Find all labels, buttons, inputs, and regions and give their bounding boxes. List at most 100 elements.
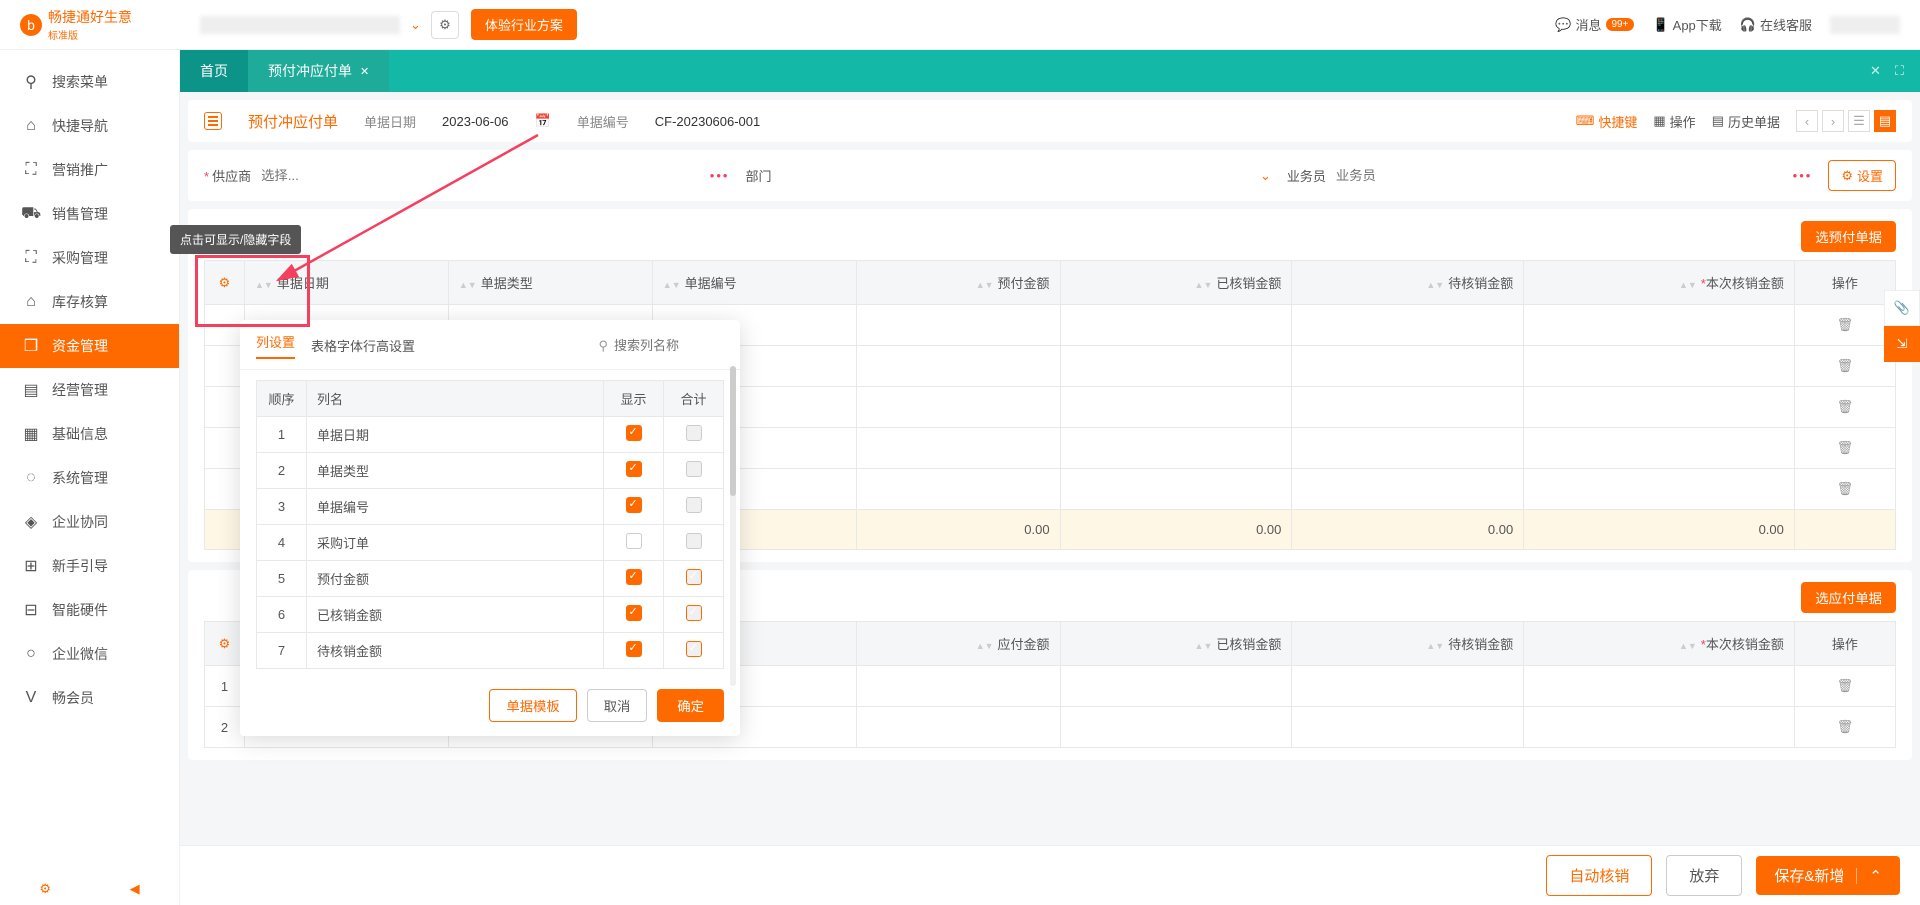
delete-icon[interactable]: 🗑: [1837, 481, 1854, 496]
delete-icon[interactable]: 🗑: [1837, 358, 1854, 373]
col-no[interactable]: ▲▼单据编号: [652, 261, 856, 305]
tab-controls: ✕ ⛶: [1870, 63, 1920, 79]
nav-label: 经营管理: [52, 380, 108, 400]
customer-service-link[interactable]: 🎧在线客服: [1740, 15, 1812, 34]
calendar-icon[interactable]: 📅: [535, 113, 551, 129]
col-prepay[interactable]: ▲▼预付金额: [856, 261, 1060, 305]
sum-checkbox[interactable]: [686, 569, 702, 585]
save-new-button[interactable]: 保存&新增⌃: [1756, 856, 1900, 895]
search-icon: ⚲: [598, 338, 608, 354]
gear-icon[interactable]: ⚙: [39, 881, 51, 897]
app-label: App下载: [1673, 15, 1722, 34]
trial-button[interactable]: 体验行业方案: [471, 9, 577, 40]
prev-doc-button[interactable]: ‹: [1796, 110, 1818, 132]
col-type[interactable]: ▲▼单据类型: [448, 261, 652, 305]
history-link[interactable]: ▤ 历史单据: [1712, 112, 1780, 131]
sidebar-item-9[interactable]: ◌系统管理: [0, 456, 179, 500]
col2-payable[interactable]: ▲▼应付金额: [856, 622, 1060, 666]
sidebar-item-12[interactable]: ⊟智能硬件: [0, 588, 179, 632]
clerk-more-icon[interactable]: •••: [1793, 168, 1813, 183]
settings-gear[interactable]: ⚙: [431, 11, 459, 39]
document-title: 预付冲应付单: [248, 111, 338, 132]
sidebar-item-11[interactable]: ⊞新手引导: [0, 544, 179, 588]
confirm-button[interactable]: 确定: [657, 689, 724, 722]
gear-icon: ⚙: [1841, 168, 1853, 184]
fullscreen-icon[interactable]: ⛶: [1895, 63, 1904, 79]
show-checkbox[interactable]: [626, 461, 642, 477]
sum-checkbox[interactable]: [686, 641, 702, 657]
sidebar-item-7[interactable]: ▤经营管理: [0, 368, 179, 412]
collapse-icon[interactable]: ◀: [130, 881, 140, 897]
popup-tab-columns[interactable]: 列设置: [256, 332, 295, 359]
col-this[interactable]: ▲▼*本次核销金额: [1524, 261, 1795, 305]
delete-icon[interactable]: 🗑: [1837, 317, 1854, 332]
column-settings-gear-2[interactable]: ⚙: [205, 622, 245, 666]
delete-icon[interactable]: 🗑: [1837, 719, 1854, 734]
sidebar-item-1[interactable]: ⌂快捷导航: [0, 104, 179, 148]
sidebar-item-8[interactable]: ▦基础信息: [0, 412, 179, 456]
sidebar-item-14[interactable]: V畅会员: [0, 676, 179, 720]
col2-this[interactable]: ▲▼*本次核销金额: [1524, 622, 1795, 666]
show-checkbox[interactable]: [626, 569, 642, 585]
column-search-input[interactable]: [614, 338, 724, 353]
col-verified[interactable]: ▲▼已核销金额: [1060, 261, 1292, 305]
sidebar-item-0[interactable]: ⚲搜索菜单: [0, 60, 179, 104]
delete-icon[interactable]: 🗑: [1837, 440, 1854, 455]
close-icon[interactable]: ✕: [360, 65, 369, 78]
msg-badge: 99+: [1606, 18, 1635, 31]
show-checkbox[interactable]: [626, 605, 642, 621]
sidebar-item-6[interactable]: ❒资金管理: [0, 324, 179, 368]
cs-label: 在线客服: [1760, 15, 1812, 34]
nav-icon: ⛟: [22, 205, 40, 223]
sum-checkbox[interactable]: [686, 533, 702, 549]
show-checkbox[interactable]: [626, 641, 642, 657]
select-payable-button[interactable]: 选应付单据: [1801, 582, 1896, 613]
settings-button[interactable]: ⚙设置: [1828, 160, 1896, 191]
supplier-input[interactable]: [261, 168, 700, 183]
template-button[interactable]: 单据模板: [489, 689, 576, 722]
messages-link[interactable]: 💬消息99+: [1555, 15, 1634, 34]
show-checkbox[interactable]: [626, 425, 642, 441]
delete-icon[interactable]: 🗑: [1837, 678, 1854, 693]
expand-icon[interactable]: ⇲: [1884, 326, 1920, 362]
store-selector[interactable]: ⌄: [200, 16, 421, 34]
auto-verify-button[interactable]: 自动核销: [1546, 855, 1652, 896]
col-pending[interactable]: ▲▼待核销金额: [1292, 261, 1524, 305]
dept-input[interactable]: [781, 168, 1250, 183]
next-doc-button[interactable]: ›: [1822, 110, 1844, 132]
popup-tab-font[interactable]: 表格字体行高设置: [311, 336, 415, 355]
supplier-more-icon[interactable]: •••: [710, 168, 730, 183]
col2-pending[interactable]: ▲▼待核销金额: [1292, 622, 1524, 666]
sidebar-item-4[interactable]: ⛶采购管理: [0, 236, 179, 280]
sidebar-item-13[interactable]: ○企业微信: [0, 632, 179, 676]
select-prepay-button[interactable]: 选预付单据: [1801, 221, 1896, 252]
shortcut-link[interactable]: ⌨ 快捷键: [1576, 112, 1638, 131]
col2-verified[interactable]: ▲▼已核销金额: [1060, 622, 1292, 666]
sum-checkbox[interactable]: [686, 497, 702, 513]
dept-field: 部门 ⌄: [745, 166, 1270, 185]
nav-icon: ⛶: [22, 249, 40, 267]
sidebar-item-5[interactable]: ⌂库存核算: [0, 280, 179, 324]
attach-icon[interactable]: 📎: [1884, 290, 1920, 326]
cancel-button[interactable]: 取消: [587, 689, 648, 722]
show-checkbox[interactable]: [626, 497, 642, 513]
delete-icon[interactable]: 🗑: [1837, 399, 1854, 414]
tab-close-icon[interactable]: ✕: [1870, 63, 1881, 79]
sum-checkbox[interactable]: [686, 425, 702, 441]
show-checkbox[interactable]: [626, 533, 642, 549]
card-view-button[interactable]: ▤: [1874, 110, 1896, 132]
sidebar-item-3[interactable]: ⛟销售管理: [0, 192, 179, 236]
discard-button[interactable]: 放弃: [1666, 855, 1742, 896]
operation-link[interactable]: ▦ 操作: [1653, 112, 1695, 131]
tab-home[interactable]: 首页: [180, 50, 248, 92]
sum-checkbox[interactable]: [686, 605, 702, 621]
tab-active[interactable]: 预付冲应付单✕: [248, 50, 389, 92]
sidebar-item-10[interactable]: ◈企业协同: [0, 500, 179, 544]
list-view-button[interactable]: ☰: [1848, 110, 1870, 132]
sidebar-item-2[interactable]: ⛶营销推广: [0, 148, 179, 192]
clerk-input[interactable]: [1336, 168, 1783, 183]
sum-checkbox[interactable]: [686, 461, 702, 477]
popup-scrollbar[interactable]: [730, 366, 736, 686]
app-download-link[interactable]: 📱App下载: [1652, 15, 1721, 34]
dept-dropdown-icon[interactable]: ⌄: [1260, 168, 1271, 184]
